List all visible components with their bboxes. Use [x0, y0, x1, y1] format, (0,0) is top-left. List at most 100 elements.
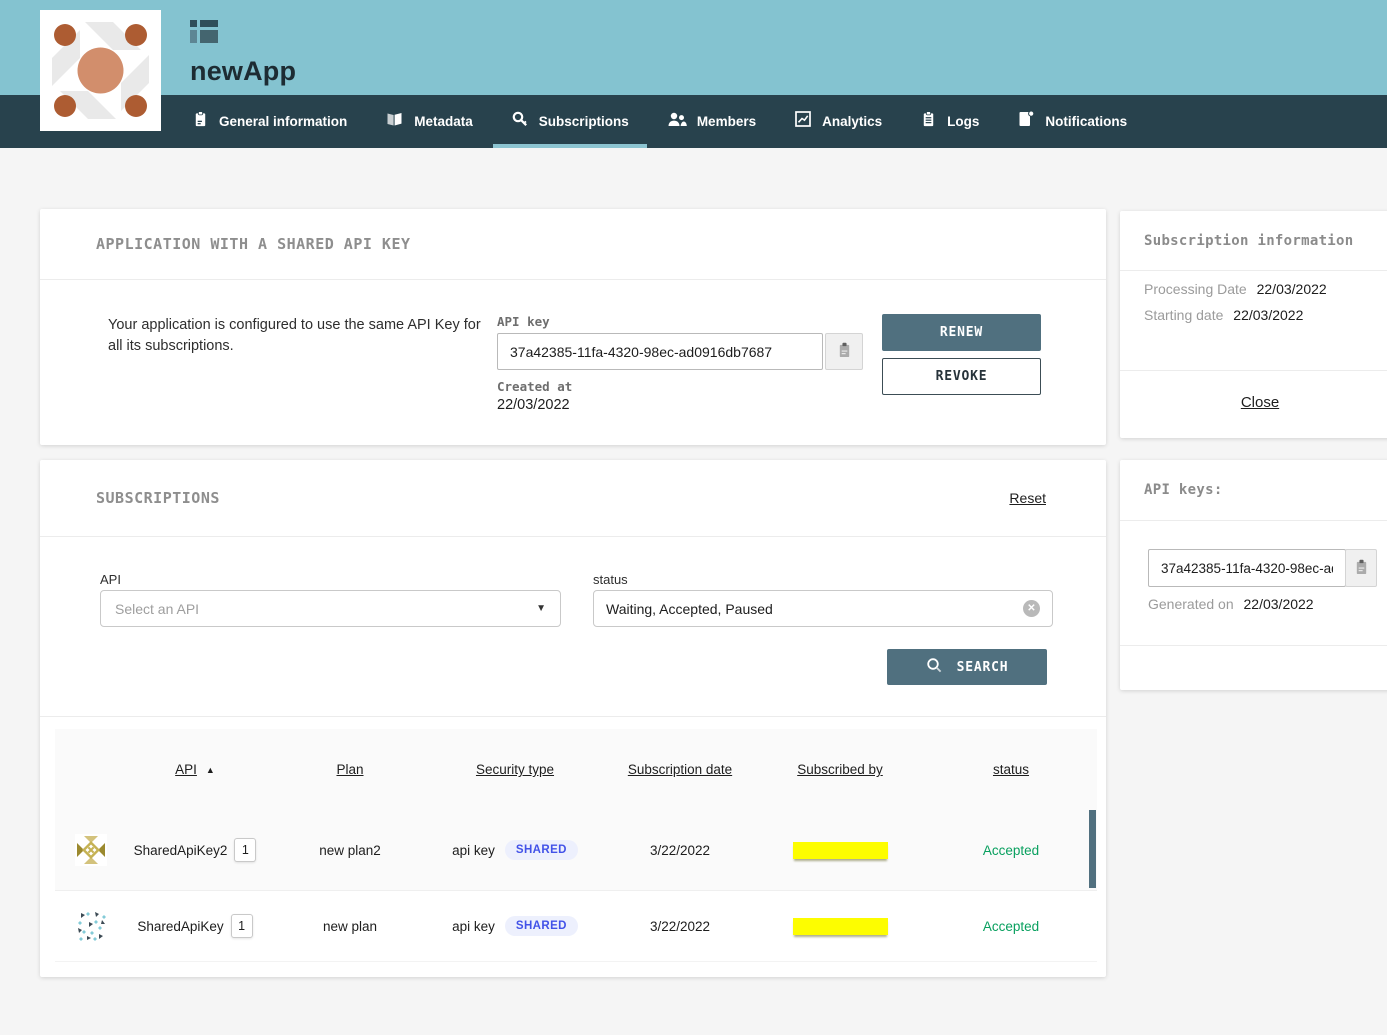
close-link[interactable]: Close	[1241, 394, 1279, 411]
subscribed-by-redacted	[793, 918, 888, 935]
column-header-subscription-date[interactable]: Subscription date	[628, 762, 732, 777]
book-icon	[385, 110, 404, 133]
starting-date-row: Starting date 22/03/2022	[1120, 307, 1387, 323]
api-key-group	[497, 333, 863, 370]
plan-name: new plan2	[319, 843, 381, 858]
generated-on-label: Generated on	[1148, 596, 1234, 612]
card-title: Subscription information	[1144, 233, 1354, 249]
clear-status-icon[interactable]: ✕	[1023, 600, 1040, 617]
tab-label: Metadata	[414, 114, 473, 129]
api-keys-card: API keys: Generated on 22/03/2022	[1120, 460, 1387, 690]
tab-general-information[interactable]: General information	[192, 95, 347, 148]
magnifier-icon	[926, 657, 943, 678]
key-icon	[511, 110, 529, 133]
api-select[interactable]: Select an API ▼	[100, 590, 561, 627]
api-filter-label: API	[100, 572, 121, 587]
api-select-placeholder: Select an API	[115, 601, 199, 617]
tab-notifications[interactable]: Notifications	[1017, 95, 1127, 148]
api-count-badge: 1	[231, 914, 253, 938]
divider	[1120, 645, 1387, 646]
tab-members[interactable]: Members	[667, 95, 756, 148]
status-badge: Accepted	[983, 843, 1039, 858]
column-header-plan[interactable]: Plan	[336, 762, 363, 777]
tab-label: Analytics	[822, 114, 882, 129]
starting-date-label: Starting date	[1144, 307, 1223, 323]
card-title: SUBSCRIPTIONS	[96, 489, 220, 507]
tab-label: Notifications	[1045, 114, 1127, 129]
security-type: api key	[452, 843, 495, 858]
status-filter-input[interactable]	[606, 601, 1023, 617]
shared-key-description: Your application is configured to use th…	[108, 315, 488, 357]
sort-ascending-icon[interactable]: ▲	[206, 765, 215, 775]
shared-api-key-card: APPLICATION WITH A SHARED API KEY Your a…	[40, 209, 1106, 445]
column-header-security-type[interactable]: Security type	[476, 762, 554, 777]
copy-clipboard-icon	[1354, 558, 1369, 579]
line-chart-icon	[794, 110, 812, 133]
api-key-input[interactable]	[497, 333, 823, 370]
api-avatar-gold-quilt	[75, 834, 107, 866]
api-key-label: API key	[497, 314, 550, 329]
starting-date-value: 22/03/2022	[1233, 307, 1303, 323]
divider	[40, 716, 1106, 717]
tab-subscriptions[interactable]: Subscriptions	[511, 95, 629, 148]
subscriptions-card: SUBSCRIPTIONS Reset API Select an API ▼ …	[40, 460, 1106, 977]
tab-bar: General information Metadata Subscriptio…	[0, 95, 1387, 148]
subscription-date: 3/22/2022	[650, 919, 710, 934]
table-scrollbar[interactable]	[1089, 810, 1096, 888]
search-button[interactable]: SEARCH	[887, 649, 1047, 685]
api-avatar-teal-mosaic	[75, 910, 107, 942]
tab-label: Logs	[947, 114, 979, 129]
app-logo	[40, 10, 161, 131]
app-header: newApp	[0, 0, 1387, 95]
security-type: api key	[452, 919, 495, 934]
tab-metadata[interactable]: Metadata	[385, 95, 473, 148]
card-title: APPLICATION WITH A SHARED API KEY	[96, 235, 411, 253]
copy-clipboard-icon	[837, 341, 852, 362]
column-header-subscribed-by[interactable]: Subscribed by	[797, 762, 883, 777]
processing-date-value: 22/03/2022	[1257, 281, 1327, 297]
page-title: newApp	[190, 56, 296, 87]
processing-date-label: Processing Date	[1144, 281, 1247, 297]
column-header-status[interactable]: status	[993, 762, 1029, 777]
clipboard-icon	[192, 110, 209, 133]
table-header-row: API ▲ Plan Security type Subscription da…	[55, 729, 1097, 810]
clipboard-lines-icon	[920, 110, 937, 133]
created-at-value: 22/03/2022	[497, 397, 570, 413]
subscribed-by-redacted	[793, 842, 888, 859]
copy-api-key-button[interactable]	[825, 333, 863, 370]
created-at-label: Created at	[497, 379, 572, 394]
tab-label: Members	[697, 114, 756, 129]
tab-label: Subscriptions	[539, 114, 629, 129]
api-count-badge: 1	[234, 838, 256, 862]
triangle-down-icon: ▼	[536, 603, 546, 614]
people-icon	[667, 110, 687, 133]
revoke-button[interactable]: REVOKE	[882, 358, 1041, 395]
column-header-api[interactable]: API	[175, 762, 197, 777]
reset-link[interactable]: Reset	[1009, 490, 1046, 506]
table-row[interactable]: SharedApiKey2 1 new plan2 api key SHARED…	[55, 810, 1097, 890]
card-title: API keys:	[1144, 482, 1223, 498]
tab-analytics[interactable]: Analytics	[794, 95, 882, 148]
shared-badge: SHARED	[505, 840, 578, 860]
tab-label: General information	[219, 114, 347, 129]
table-row[interactable]: SharedApiKey 1 new plan api key SHARED 3…	[55, 890, 1097, 962]
status-filter-field[interactable]: ✕	[593, 590, 1053, 627]
page: newApp	[0, 0, 1387, 1035]
renew-button[interactable]: RENEW	[882, 314, 1041, 351]
status-badge: Accepted	[983, 919, 1039, 934]
api-name: SharedApiKey2	[134, 843, 228, 858]
api-name: SharedApiKey	[137, 919, 223, 934]
copy-sidebar-api-key-button[interactable]	[1345, 549, 1377, 587]
tab-logs[interactable]: Logs	[920, 95, 979, 148]
shared-badge: SHARED	[505, 916, 578, 936]
page-with-dot-icon	[1017, 110, 1035, 133]
generated-on-value: 22/03/2022	[1244, 596, 1314, 612]
status-filter-label: status	[593, 572, 628, 587]
sidebar-api-key-input[interactable]	[1148, 549, 1346, 587]
pinwheel-quilt-icon	[40, 10, 161, 131]
generated-on-row: Generated on 22/03/2022	[1148, 596, 1314, 612]
subscriptions-table: API ▲ Plan Security type Subscription da…	[55, 729, 1097, 962]
search-button-label: SEARCH	[957, 660, 1009, 675]
processing-date-row: Processing Date 22/03/2022	[1120, 281, 1387, 297]
plan-name: new plan	[323, 919, 377, 934]
